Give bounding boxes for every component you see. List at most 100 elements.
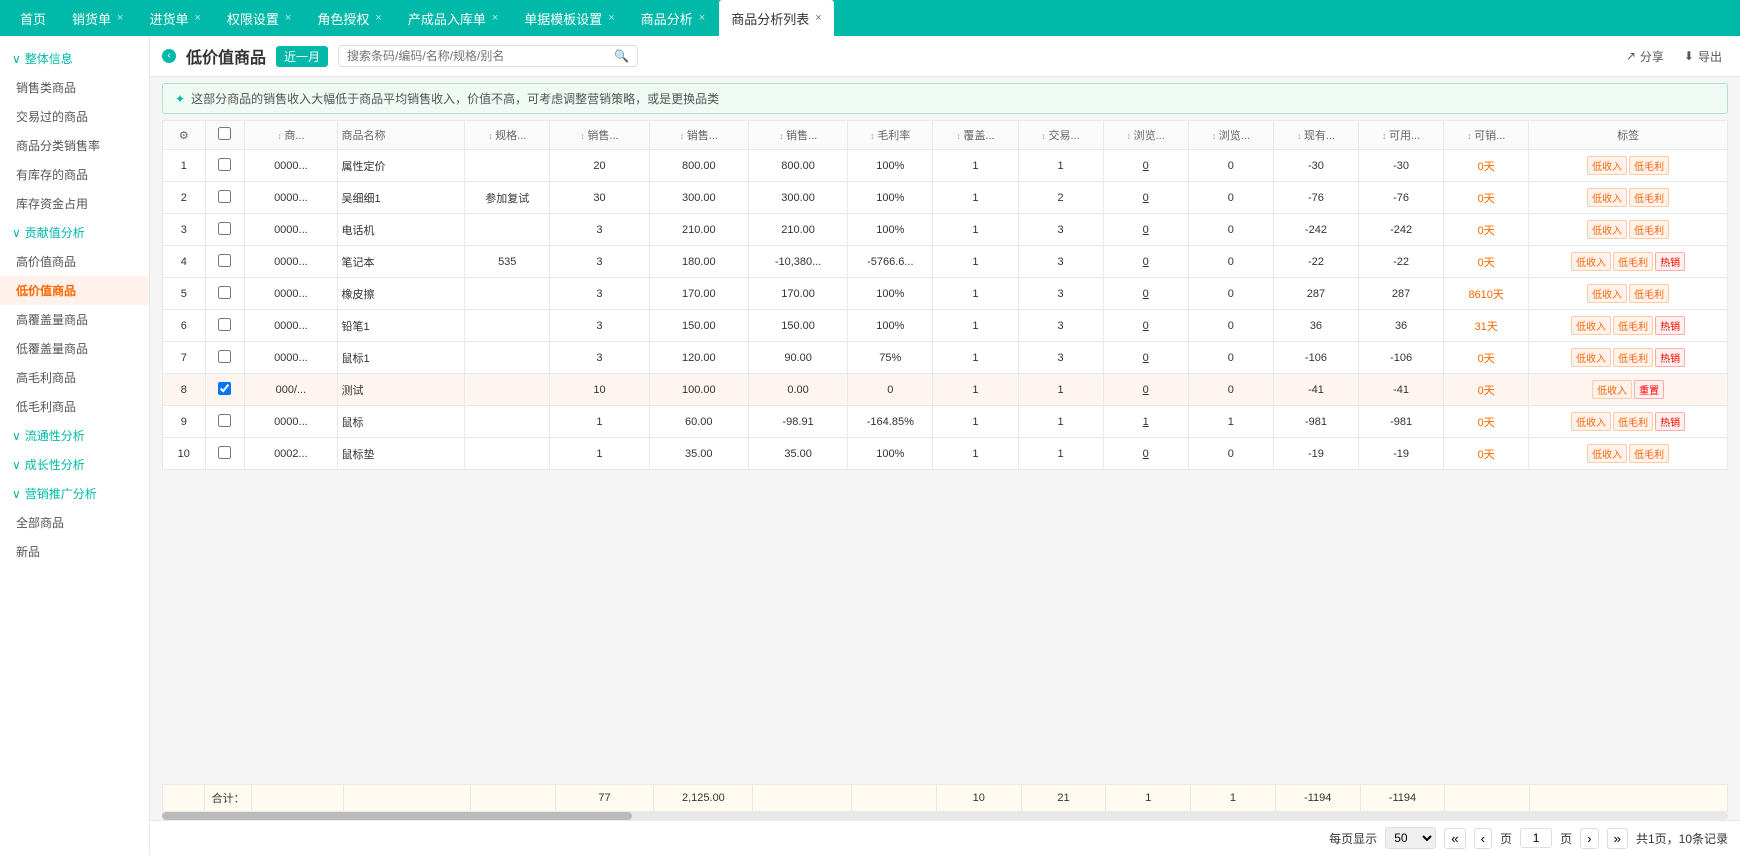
search-input[interactable] [347, 49, 610, 63]
search-icon[interactable]: 🔍 [614, 49, 629, 63]
th-margin-rate[interactable]: 毛利率 [848, 121, 933, 150]
nav-permission[interactable]: 权限设置 × [215, 0, 303, 36]
browse1-link[interactable]: 0 [1143, 224, 1149, 236]
th-name[interactable]: 商品名称 [337, 121, 465, 150]
th-sale3[interactable]: 销售... [748, 121, 847, 150]
cell-check[interactable] [205, 214, 245, 246]
cell-browse1[interactable]: 0 [1103, 150, 1188, 182]
th-coverage[interactable]: 覆盖... [933, 121, 1018, 150]
nav-home[interactable]: 首页 [8, 0, 58, 36]
browse1-link[interactable]: 0 [1143, 256, 1149, 268]
cell-browse1[interactable]: 0 [1103, 374, 1188, 406]
nav-goods-analysis-close[interactable]: × [699, 12, 705, 24]
row-checkbox[interactable] [218, 350, 231, 363]
row-checkbox[interactable] [218, 222, 231, 235]
row-checkbox[interactable] [218, 190, 231, 203]
th-spec[interactable]: 规格... [465, 121, 550, 150]
cell-browse1[interactable]: 1 [1103, 406, 1188, 438]
th-sale2[interactable]: 销售... [649, 121, 748, 150]
cell-check[interactable] [205, 182, 245, 214]
sidebar-item-low-coverage[interactable]: 低覆盖量商品 [0, 334, 149, 363]
th-sale1[interactable]: 销售... [550, 121, 649, 150]
nav-template[interactable]: 单据模板设置 × [512, 0, 626, 36]
sidebar-item-sales-goods[interactable]: 销售类商品 [0, 73, 149, 102]
browse1-link[interactable]: 1 [1143, 416, 1149, 428]
sidebar-item-high-value[interactable]: 高价值商品 [0, 247, 149, 276]
per-page-select[interactable]: 50 100 200 [1385, 827, 1436, 849]
sidebar-item-low-margin[interactable]: 低毛利商品 [0, 392, 149, 421]
sidebar-group-circulation[interactable]: ∨ 流通性分析 [0, 421, 149, 450]
sidebar-item-high-coverage[interactable]: 高覆盖量商品 [0, 305, 149, 334]
th-trade[interactable]: 交易... [1018, 121, 1103, 150]
browse1-link[interactable]: 0 [1143, 352, 1149, 364]
cell-check[interactable] [205, 310, 245, 342]
browse1-link[interactable]: 0 [1143, 192, 1149, 204]
nav-purchase-close[interactable]: × [194, 12, 200, 24]
cell-check[interactable] [205, 342, 245, 374]
horizontal-scrollbar[interactable] [162, 812, 1728, 820]
nav-product-stock-close[interactable]: × [492, 12, 498, 24]
cell-check[interactable] [205, 246, 245, 278]
check-all[interactable] [218, 127, 231, 140]
cell-check[interactable] [205, 406, 245, 438]
browse1-link[interactable]: 0 [1143, 320, 1149, 332]
cell-browse1[interactable]: 0 [1103, 310, 1188, 342]
row-checkbox[interactable] [218, 382, 231, 395]
share-button[interactable]: ↗ 分享 [1620, 45, 1670, 68]
sidebar-item-category-rate[interactable]: 商品分类销售率 [0, 131, 149, 160]
browse1-link[interactable]: 0 [1143, 160, 1149, 172]
row-checkbox[interactable] [218, 414, 231, 427]
date-badge[interactable]: 近一月 [276, 46, 328, 67]
browse1-link[interactable]: 0 [1143, 288, 1149, 300]
row-checkbox[interactable] [218, 158, 231, 171]
row-checkbox[interactable] [218, 318, 231, 331]
cell-check[interactable] [205, 438, 245, 470]
sidebar-group-growth[interactable]: ∨ 成长性分析 [0, 450, 149, 479]
collapse-sidebar-btn[interactable]: ‹ [162, 49, 176, 63]
nav-product-stock[interactable]: 产成品入库单 × [396, 0, 510, 36]
cell-browse1[interactable]: 0 [1103, 246, 1188, 278]
nav-permission-close[interactable]: × [285, 12, 291, 24]
nav-goods-analysis[interactable]: 商品分析 × [629, 0, 717, 36]
browse1-link[interactable]: 0 [1143, 448, 1149, 460]
sidebar-item-all-goods[interactable]: 全部商品 [0, 508, 149, 537]
first-page-btn[interactable]: « [1444, 828, 1465, 849]
scroll-thumb[interactable] [162, 812, 632, 820]
th-browse2[interactable]: 浏览... [1188, 121, 1273, 150]
th-check[interactable] [205, 121, 245, 150]
nav-sales[interactable]: 销货单 × [60, 0, 135, 36]
sidebar-group-overall[interactable]: ∨ 整体信息 [0, 44, 149, 73]
sidebar-group-contribution[interactable]: ∨ 贡献值分析 [0, 218, 149, 247]
th-sell[interactable]: 可销... [1444, 121, 1529, 150]
nav-sales-close[interactable]: × [117, 12, 123, 24]
cell-check[interactable] [205, 150, 245, 182]
nav-template-close[interactable]: × [608, 12, 614, 24]
row-checkbox[interactable] [218, 286, 231, 299]
sidebar-item-low-value[interactable]: 低价值商品 [0, 276, 149, 305]
sidebar-group-marketing[interactable]: ∨ 营销推广分析 [0, 479, 149, 508]
export-button[interactable]: ⬇ 导出 [1678, 45, 1728, 68]
cell-browse1[interactable]: 0 [1103, 278, 1188, 310]
browse1-link[interactable]: 0 [1143, 384, 1149, 396]
cell-check[interactable] [205, 374, 245, 406]
sidebar-item-traded-goods[interactable]: 交易过的商品 [0, 102, 149, 131]
th-code[interactable]: 商... [245, 121, 337, 150]
cell-browse1[interactable]: 0 [1103, 214, 1188, 246]
page-input[interactable] [1520, 828, 1552, 848]
sidebar-item-stock-goods[interactable]: 有库存的商品 [0, 160, 149, 189]
nav-role[interactable]: 角色授权 × [305, 0, 393, 36]
sidebar-item-high-margin[interactable]: 高毛利商品 [0, 363, 149, 392]
next-page-btn[interactable]: › [1580, 828, 1598, 849]
cell-browse1[interactable]: 0 [1103, 182, 1188, 214]
th-settings[interactable]: ⚙ [163, 121, 206, 150]
th-avail[interactable]: 可用... [1359, 121, 1444, 150]
nav-role-close[interactable]: × [375, 12, 381, 24]
cell-check[interactable] [205, 278, 245, 310]
cell-browse1[interactable]: 0 [1103, 342, 1188, 374]
last-page-btn[interactable]: » [1607, 828, 1628, 849]
row-checkbox[interactable] [218, 254, 231, 267]
nav-goods-analysis-list[interactable]: 商品分析列表 × [719, 0, 833, 36]
sidebar-item-stock-capital[interactable]: 库存资金占用 [0, 189, 149, 218]
nav-goods-analysis-list-close[interactable]: × [815, 12, 821, 24]
cell-browse1[interactable]: 0 [1103, 438, 1188, 470]
